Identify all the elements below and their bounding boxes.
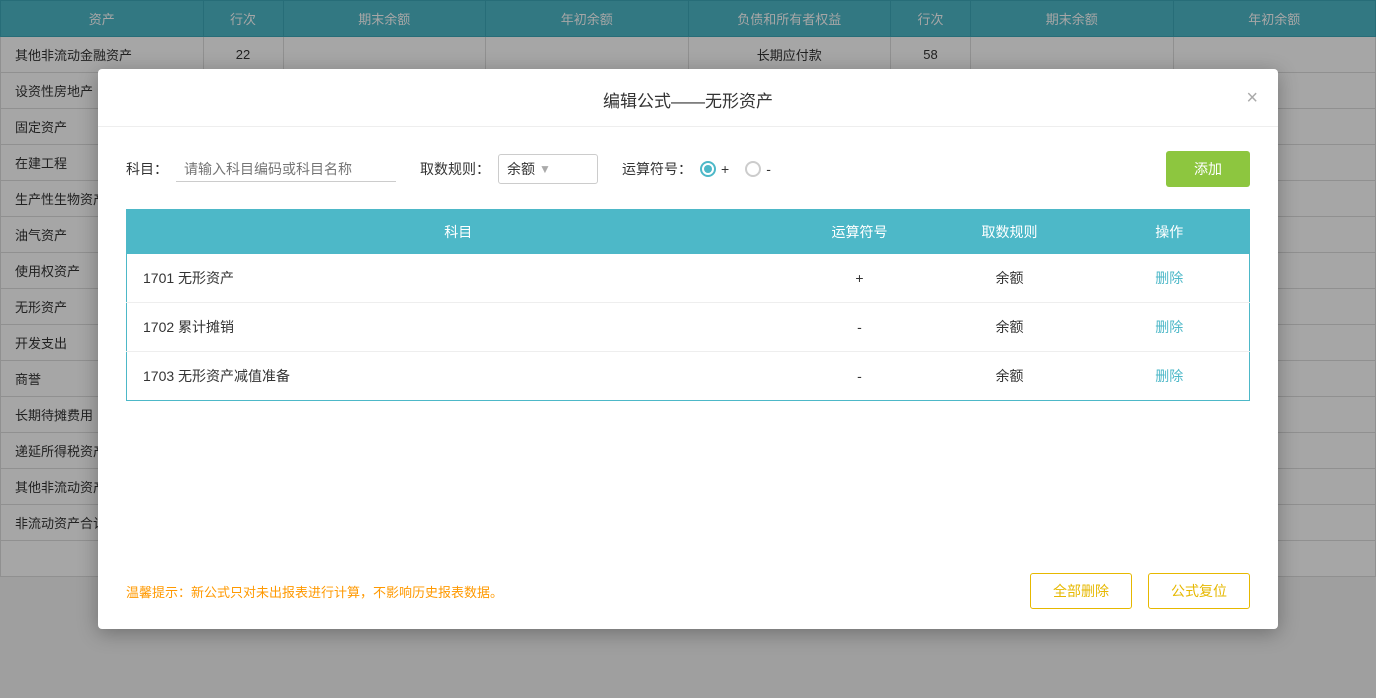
footer-tip: 温馨提示：新公式只对未出报表进行计算，不影响历史报表数据。 <box>126 582 503 601</box>
th-operator: 运算符号 <box>790 210 930 255</box>
row3-action: 删除 <box>1090 352 1250 401</box>
form-row: 科目： 取数规则： 余额 ▼ 运算符号： + <box>126 151 1250 187</box>
row1-subject: 1701 无形资产 <box>127 254 790 303</box>
modal-header: 编辑公式——无形资产 × <box>98 69 1278 127</box>
radio-plus-label: + <box>721 161 729 177</box>
rule-value: 余额 <box>507 159 535 179</box>
table-row: 1702 累计摊销 - 余额 删除 <box>127 303 1250 352</box>
subject-input[interactable] <box>176 157 396 182</box>
close-button[interactable]: × <box>1246 88 1258 108</box>
table-row: 1701 无形资产 + 余额 删除 <box>127 254 1250 303</box>
operator-label: 运算符号： <box>622 159 692 179</box>
row2-operator: - <box>790 303 930 352</box>
row2-action: 删除 <box>1090 303 1250 352</box>
radio-minus-label: - <box>766 161 771 177</box>
dropdown-arrow-icon: ▼ <box>539 162 551 176</box>
rule-select[interactable]: 余额 ▼ <box>498 154 598 184</box>
radio-minus[interactable]: - <box>745 161 771 177</box>
radio-minus-circle <box>745 161 761 177</box>
radio-plus[interactable]: + <box>700 161 729 177</box>
row3-operator: - <box>790 352 930 401</box>
operator-radio-group: + - <box>700 161 771 177</box>
reset-button[interactable]: 公式复位 <box>1148 573 1250 609</box>
modal-dialog: 编辑公式——无形资产 × 科目： 取数规则： 余额 ▼ 运 <box>98 69 1278 629</box>
rule-label: 取数规则： <box>420 159 490 179</box>
modal-footer: 温馨提示：新公式只对未出报表进行计算，不影响历史报表数据。 全部删除 公式复位 <box>98 557 1278 629</box>
th-rule: 取数规则 <box>930 210 1090 255</box>
add-button[interactable]: 添加 <box>1166 151 1250 187</box>
rule-group: 取数规则： 余额 ▼ <box>420 154 598 184</box>
formula-table: 科目 运算符号 取数规则 操作 1701 无形资产 + 余额 删除 <box>126 209 1250 401</box>
modal-title: 编辑公式——无形资产 <box>603 92 773 111</box>
footer-buttons: 全部删除 公式复位 <box>1030 573 1250 609</box>
row2-rule: 余额 <box>930 303 1090 352</box>
row1-operator: + <box>790 254 930 303</box>
th-subject: 科目 <box>127 210 790 255</box>
row2-subject: 1702 累计摊销 <box>127 303 790 352</box>
subject-group: 科目： <box>126 157 396 182</box>
delete-link-2[interactable]: 删除 <box>1155 319 1183 335</box>
radio-plus-circle <box>700 161 716 177</box>
row3-rule: 余额 <box>930 352 1090 401</box>
th-action: 操作 <box>1090 210 1250 255</box>
row1-rule: 余额 <box>930 254 1090 303</box>
modal-body: 科目： 取数规则： 余额 ▼ 运算符号： + <box>98 127 1278 557</box>
delete-all-button[interactable]: 全部删除 <box>1030 573 1132 609</box>
subject-label: 科目： <box>126 159 168 179</box>
modal-overlay: 编辑公式——无形资产 × 科目： 取数规则： 余额 ▼ 运 <box>0 0 1376 698</box>
operator-group: 运算符号： + - <box>622 159 771 179</box>
delete-link-3[interactable]: 删除 <box>1155 368 1183 384</box>
row1-action: 删除 <box>1090 254 1250 303</box>
row3-subject: 1703 无形资产减值准备 <box>127 352 790 401</box>
delete-link-1[interactable]: 删除 <box>1155 270 1183 286</box>
table-row: 1703 无形资产减值准备 - 余额 删除 <box>127 352 1250 401</box>
